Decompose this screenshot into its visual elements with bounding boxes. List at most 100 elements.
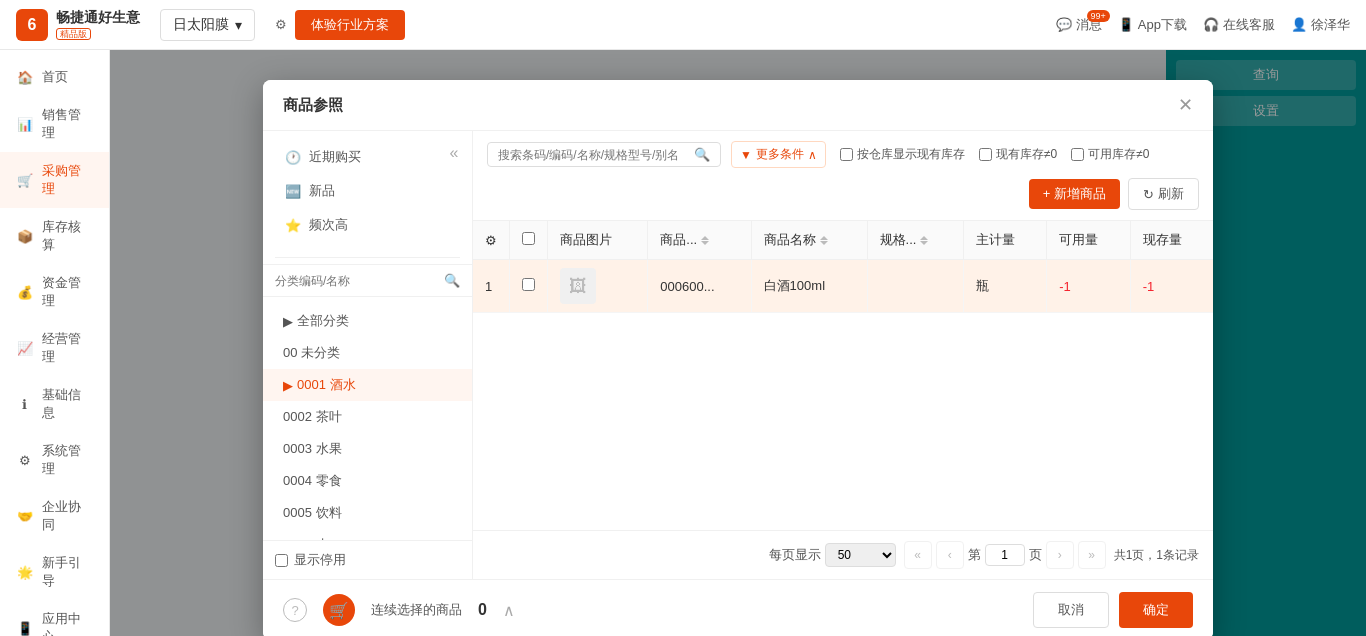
online-service-btn[interactable]: 🎧 在线客服 [1203,16,1275,34]
checkbox-current-stock[interactable]: 现有库存≠0 [979,146,1057,163]
modal-footer: ? 🛒 连续选择的商品 0 ∧ 取消 确定 [263,579,1213,636]
sidebar-item-collab[interactable]: 🤝 企业协同 [0,488,109,544]
checkbox-current-input[interactable] [979,148,992,161]
search-icon[interactable]: 🔍 [694,147,710,162]
show-disabled-checkbox[interactable]: 显示停用 [275,551,460,569]
inventory-icon: 📦 [16,227,34,245]
category-label: 0002 茶叶 [283,408,342,426]
nav-dropdown[interactable]: 日太阳膜 ▾ [160,9,255,41]
user-menu[interactable]: 👤 徐泽华 [1291,16,1350,34]
th-label: 商品名称 [764,231,816,249]
product-search-box: 🔍 [487,142,721,167]
tab-frequent[interactable]: ⭐ 频次高 [275,209,460,241]
table-row[interactable]: 1 🖼 000600... 白酒100ml [473,260,1213,313]
category-item-drink[interactable]: 0005 饮料 [263,497,472,529]
product-search-input[interactable] [498,148,688,162]
collapse-sidebar-button[interactable]: « [444,143,464,163]
th-label: 可用量 [1059,232,1098,247]
category-item-fruit[interactable]: 0003 水果 [263,433,472,465]
sidebar-item-finance[interactable]: 💰 资金管理 [0,264,109,320]
checkbox-warehouse-stock[interactable]: 按仓库显示现有库存 [840,146,965,163]
page-number-input[interactable] [985,544,1025,566]
cart-icon[interactable]: 🛒 [323,594,355,626]
confirm-button[interactable]: 确定 [1119,592,1193,628]
tab-label: 近期购买 [309,148,361,166]
show-disabled-input[interactable] [275,554,288,567]
th-product-code: 商品... [648,221,751,260]
sidebar-item-apps[interactable]: 📱 应用中心 [0,600,109,636]
select-all-checkbox[interactable] [522,232,535,245]
row-checkbox[interactable] [522,278,535,291]
modal-sidebar-footer: 显示停用 [263,540,472,579]
td-product-spec [867,260,963,313]
cancel-button[interactable]: 取消 [1033,592,1109,628]
page-label: 第 [968,546,981,564]
category-item-water[interactable]: 0008 水 [263,529,472,540]
category-item-tea[interactable]: 0002 茶叶 [263,401,472,433]
collapse-button[interactable]: ∧ [503,601,515,620]
th-available-qty: 可用量 [1047,221,1130,260]
filter-label: 更多条件 [756,146,804,163]
messages-btn[interactable]: 💬 消息 99+ [1056,16,1102,34]
td-product-image: 🖼 [548,260,648,313]
modal-toolbar: 🔍 ▼ 更多条件 ∧ 按仓库显示现有库存 [473,131,1213,221]
category-item-uncategorized[interactable]: 00 未分类 [263,337,472,369]
help-button[interactable]: ? [283,598,307,622]
sidebar-item-purchase[interactable]: 🛒 采购管理 [0,152,109,208]
next-page-button[interactable]: › [1046,541,1074,569]
page-total: 共1页，1条记录 [1114,547,1199,564]
td-product-unit: 瓶 [963,260,1046,313]
message-icon: 💬 [1056,17,1072,32]
th-label: 商品... [660,231,697,249]
page-unit: 页 [1029,546,1042,564]
modal-title: 商品参照 [283,96,343,115]
filter-button[interactable]: ▼ 更多条件 ∧ [731,141,826,168]
last-page-button[interactable]: » [1078,541,1106,569]
category-item-liquor[interactable]: ▶ 0001 酒水 [263,369,472,401]
show-disabled-label: 显示停用 [294,551,346,569]
settings-icon[interactable]: ⚙ [267,11,295,39]
sidebar-item-sales[interactable]: 📊 销售管理 [0,96,109,152]
first-page-button[interactable]: « [904,541,932,569]
guide-icon: 🌟 [16,563,34,581]
category-item-all[interactable]: ▶ 全部分类 [263,305,472,337]
page-size-dropdown[interactable]: 50 10 20 100 [825,543,896,567]
modal-body: « 🕐 近期购买 🆕 新品 ⭐ [263,131,1213,579]
category-search-input[interactable] [275,274,438,288]
divider [275,257,460,258]
logo-text: 畅捷通好生意 精品版 [56,8,140,42]
main-layout: 🏠 首页 📊 销售管理 🛒 采购管理 📦 库存核算 💰 资金管理 📈 经营管理 … [0,50,1366,636]
checkbox-available-input[interactable] [1071,148,1084,161]
prev-page-button[interactable]: ‹ [936,541,964,569]
category-list: ▶ 全部分类 00 未分类 ▶ 0001 酒水 0002 茶 [263,297,472,540]
sidebar-item-guide[interactable]: 🌟 新手引导 [0,544,109,600]
sidebar-item-system[interactable]: ⚙ 系统管理 [0,432,109,488]
sidebar-item-home[interactable]: 🏠 首页 [0,58,109,96]
info-icon: ℹ [16,395,34,413]
category-search: 🔍 [263,264,472,297]
top-nav: 6 畅捷通好生意 精品版 日太阳膜 ▾ ⚙ 体验行业方案 💬 消息 99+ 📱 … [0,0,1366,50]
sidebar-item-business[interactable]: 📈 经营管理 [0,320,109,376]
modal-close-button[interactable]: ✕ [1178,94,1193,116]
td-row-check [510,260,548,313]
category-label: 0004 零食 [283,472,342,490]
search-icon[interactable]: 🔍 [444,273,460,288]
checkbox-warehouse-input[interactable] [840,148,853,161]
cart-label: 连续选择的商品 [371,601,462,619]
app-download-btn[interactable]: 📱 App下载 [1118,16,1187,34]
sidebar-item-info[interactable]: ℹ 基础信息 [0,376,109,432]
product-image: 🖼 [560,268,596,304]
category-item-snack[interactable]: 0004 零食 [263,465,472,497]
sidebar-item-label: 资金管理 [42,274,93,310]
gear-icon[interactable]: ⚙ [485,233,497,248]
add-product-button[interactable]: + 新增商品 [1029,179,1120,209]
tab-recent-purchase[interactable]: 🕐 近期购买 [275,141,460,173]
tab-new-products[interactable]: 🆕 新品 [275,175,460,207]
th-product-unit: 主计量 [963,221,1046,260]
sidebar-item-label: 首页 [42,68,68,86]
sidebar-item-inventory[interactable]: 📦 库存核算 [0,208,109,264]
checkbox-group: 按仓库显示现有库存 现有库存≠0 可用库存≠0 [840,146,1150,163]
refresh-button[interactable]: ↻ 刷新 [1128,178,1199,210]
trial-button[interactable]: 体验行业方案 [295,10,405,40]
checkbox-available-stock[interactable]: 可用库存≠0 [1071,146,1149,163]
